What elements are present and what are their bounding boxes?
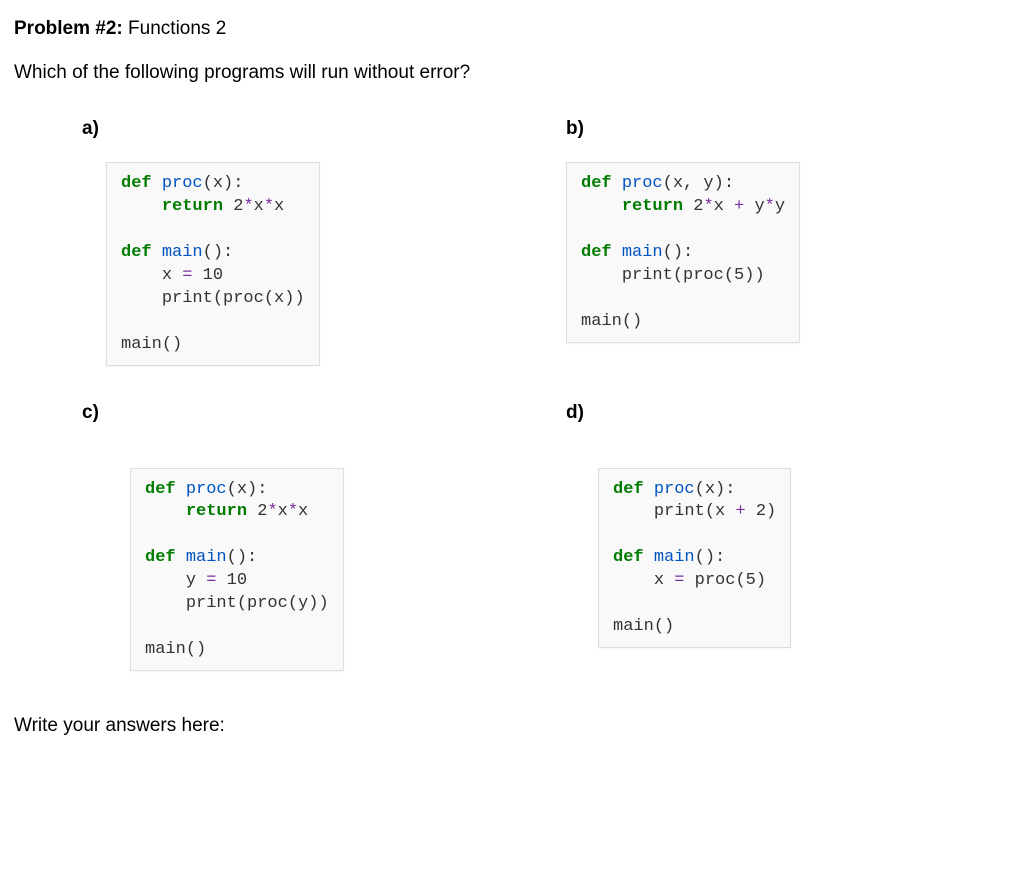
option-d: d) def proc(x): print(x + 2) def main():…	[566, 402, 970, 672]
option-c-code: def proc(x): return 2*x*x def main(): y …	[130, 468, 344, 672]
option-d-label: d)	[566, 402, 970, 424]
option-c-label: c)	[82, 402, 486, 424]
option-a-code: def proc(x): return 2*x*x def main(): x …	[106, 162, 320, 366]
problem-number: Problem #2:	[14, 18, 123, 39]
question-text: Which of the following programs will run…	[14, 62, 1010, 84]
option-b: b) def proc(x, y): return 2*x + y*y def …	[566, 118, 970, 366]
option-b-label: b)	[566, 118, 970, 140]
option-b-code: def proc(x, y): return 2*x + y*y def mai…	[566, 162, 800, 343]
problem-title: Functions 2	[123, 18, 227, 39]
option-a-label: a)	[82, 118, 486, 140]
answers-prompt: Write your answers here:	[14, 715, 1010, 737]
option-c: c) def proc(x): return 2*x*x def main():…	[82, 402, 486, 672]
option-d-code: def proc(x): print(x + 2) def main(): x …	[598, 468, 791, 649]
options-container: a) def proc(x): return 2*x*x def main():…	[82, 118, 970, 671]
options-row-2: c) def proc(x): return 2*x*x def main():…	[82, 402, 970, 672]
problem-heading: Problem #2: Functions 2	[14, 18, 1010, 40]
options-row-1: a) def proc(x): return 2*x*x def main():…	[82, 118, 970, 366]
option-a: a) def proc(x): return 2*x*x def main():…	[82, 118, 486, 366]
